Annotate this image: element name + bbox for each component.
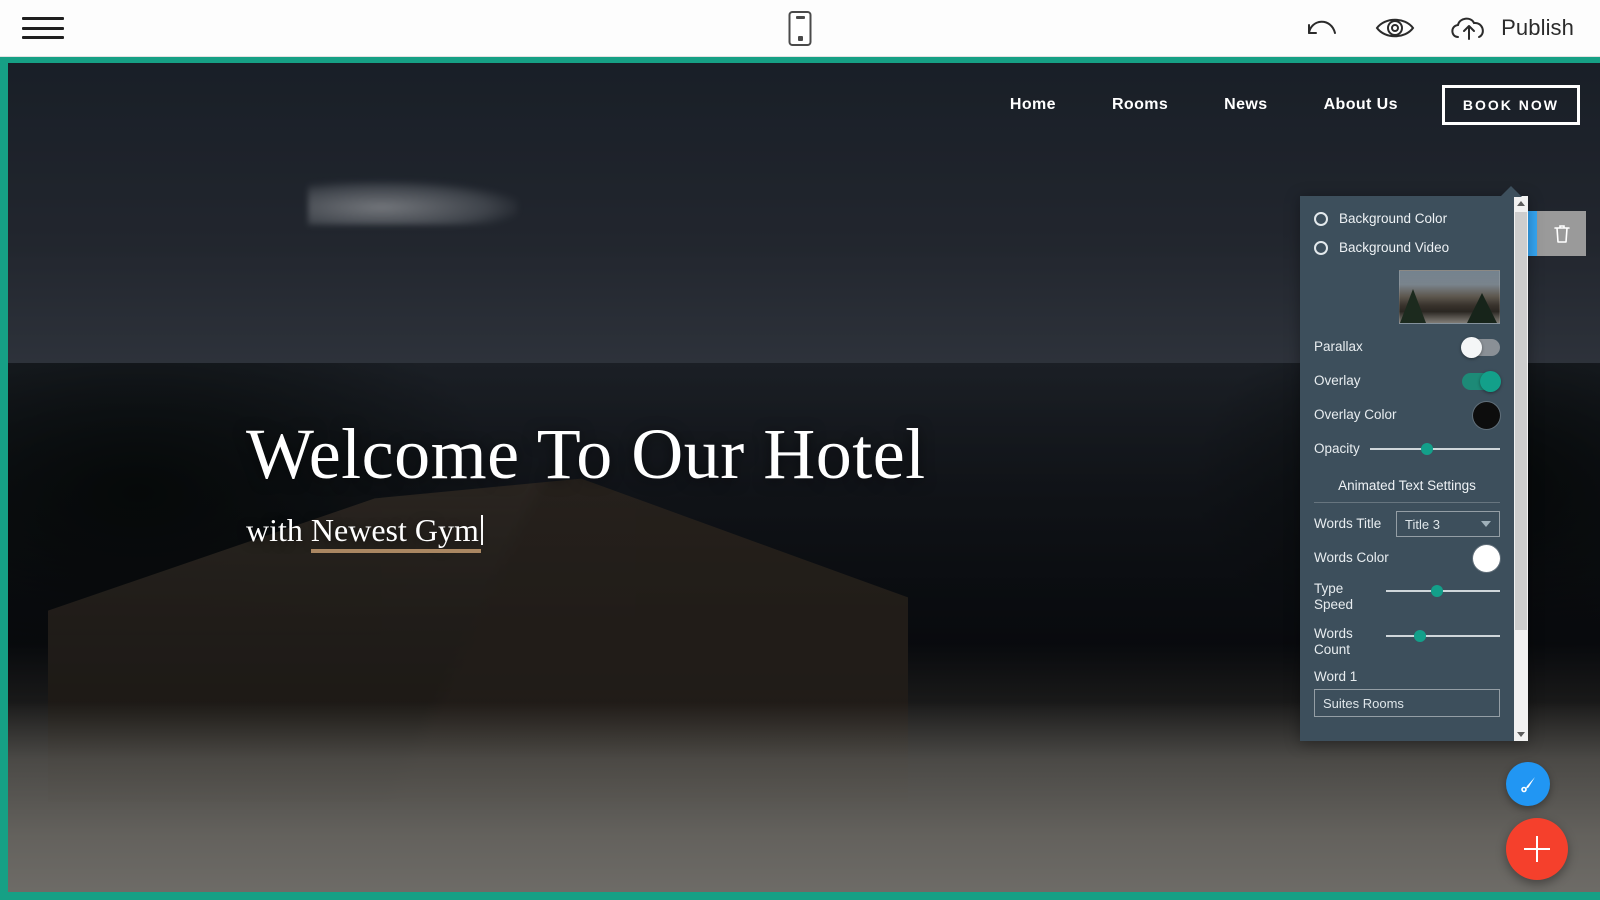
plus-add-block-icon[interactable] <box>1506 818 1568 880</box>
hero-subtitle: with Newest Gym <box>246 512 483 549</box>
overlay-row: Overlay <box>1300 364 1514 398</box>
toggle-knob <box>1461 336 1482 358</box>
words-count-slider-thumb[interactable] <box>1414 629 1427 642</box>
radio-background-color[interactable] <box>1314 211 1328 226</box>
app-toolbar-actions: Publish <box>1301 12 1574 44</box>
typing-caret <box>480 514 483 545</box>
words-count-label: Words Count <box>1314 626 1376 659</box>
book-now-button[interactable]: BOOK NOW <box>1441 85 1580 125</box>
hamburger-menu-icon[interactable] <box>22 13 64 43</box>
mobile-preview-icon[interactable] <box>788 10 812 46</box>
settings-panel-scroll-area: Background Color Background Video Parall… <box>1300 196 1514 741</box>
words-count-row: Words Count <box>1300 614 1514 659</box>
scrollbar-arrow-up-icon[interactable] <box>1514 196 1528 210</box>
phone-glyph <box>788 10 812 46</box>
paintbrush-style-icon[interactable] <box>1506 762 1550 806</box>
scrollbar-thumb[interactable] <box>1515 212 1527 630</box>
animated-text-settings-title: Animated Text Settings <box>1314 468 1500 503</box>
type-speed-label: Type Speed <box>1314 581 1376 614</box>
background-color-option-row[interactable]: Background Color <box>1300 204 1514 233</box>
words-title-select[interactable]: Title 3 <box>1396 511 1500 537</box>
background-video-label: Background Video <box>1339 240 1450 255</box>
word-1-label: Word 1 <box>1314 668 1358 684</box>
background-image-thumbnail[interactable] <box>1399 270 1500 324</box>
overlay-color-label: Overlay Color <box>1314 406 1397 422</box>
hero-typed-word: Newest Gym <box>310 511 479 548</box>
publish-button[interactable]: Publish <box>1447 12 1574 44</box>
background-color-label: Background Color <box>1339 211 1448 226</box>
parallax-row: Parallax <box>1300 330 1514 364</box>
chevron-down-icon <box>1481 521 1491 527</box>
hero-subtitle-prefix: with <box>246 511 311 548</box>
hamburger-bar <box>22 17 64 20</box>
opacity-label: Opacity <box>1314 440 1360 456</box>
opacity-slider[interactable] <box>1369 439 1500 459</box>
opacity-row: Opacity <box>1300 432 1514 466</box>
hamburger-bar <box>22 36 64 39</box>
background-video-option-row[interactable]: Background Video <box>1300 233 1514 262</box>
plus-vertical <box>1536 836 1538 862</box>
type-speed-label-text: Type Speed <box>1314 581 1354 613</box>
overlay-label: Overlay <box>1314 372 1361 388</box>
overlay-color-row: Overlay Color <box>1300 398 1514 432</box>
undo-arrow-icon[interactable] <box>1301 13 1343 43</box>
cloud-upload-icon <box>1451 17 1484 40</box>
words-color-row: Words Color <box>1300 541 1514 575</box>
words-color-label: Words Color <box>1314 549 1389 565</box>
hero-subtitle-wrap[interactable]: with Newest Gym <box>246 512 483 549</box>
parallax-label: Parallax <box>1314 338 1363 354</box>
settings-panel-scrollbar[interactable] <box>1514 196 1528 741</box>
words-title-label: Words Title <box>1314 515 1382 531</box>
radio-background-video[interactable] <box>1314 240 1328 255</box>
app-toolbar: Publish <box>0 0 1600 57</box>
parallax-toggle[interactable] <box>1461 336 1500 358</box>
type-speed-slider-thumb[interactable] <box>1431 585 1444 597</box>
block-settings-panel: Background Color Background Video Parall… <box>1300 196 1528 741</box>
words-count-label-text: Words Count <box>1314 625 1353 658</box>
hero-title[interactable]: Welcome To Our Hotel <box>246 413 926 496</box>
settings-panel-caret <box>1500 186 1522 197</box>
nav-link-news[interactable]: News <box>1196 96 1295 114</box>
words-title-row: Words Title Title 3 <box>1300 507 1514 541</box>
eye-preview-icon[interactable] <box>1373 13 1417 43</box>
site-navbar: Home Rooms News About Us BOOK NOW <box>982 85 1580 125</box>
hero-copy: Welcome To Our Hotel with Newest Gym <box>246 413 926 549</box>
publish-label: Publish <box>1501 15 1574 40</box>
delete-block-icon[interactable] <box>1537 211 1586 256</box>
word-1-value: Suites Rooms <box>1323 695 1404 711</box>
nav-link-about-us[interactable]: About Us <box>1296 96 1426 114</box>
word-1-row: Word 1 <box>1300 659 1514 685</box>
opacity-slider-thumb[interactable] <box>1421 443 1434 455</box>
overlay-color-swatch[interactable] <box>1473 401 1500 429</box>
word-1-input[interactable]: Suites Rooms <box>1314 689 1500 718</box>
toggle-knob <box>1480 370 1501 392</box>
words-count-slider[interactable] <box>1386 626 1500 646</box>
overlay-toggle[interactable] <box>1462 370 1501 392</box>
hamburger-bar <box>22 26 64 30</box>
type-speed-slider[interactable] <box>1386 581 1500 601</box>
nav-link-rooms[interactable]: Rooms <box>1084 96 1196 114</box>
type-speed-row: Type Speed <box>1300 575 1514 614</box>
words-color-swatch[interactable] <box>1473 544 1500 572</box>
nav-link-home[interactable]: Home <box>982 96 1084 114</box>
words-title-value: Title 3 <box>1405 516 1440 532</box>
scrollbar-arrow-down-icon[interactable] <box>1514 727 1528 741</box>
